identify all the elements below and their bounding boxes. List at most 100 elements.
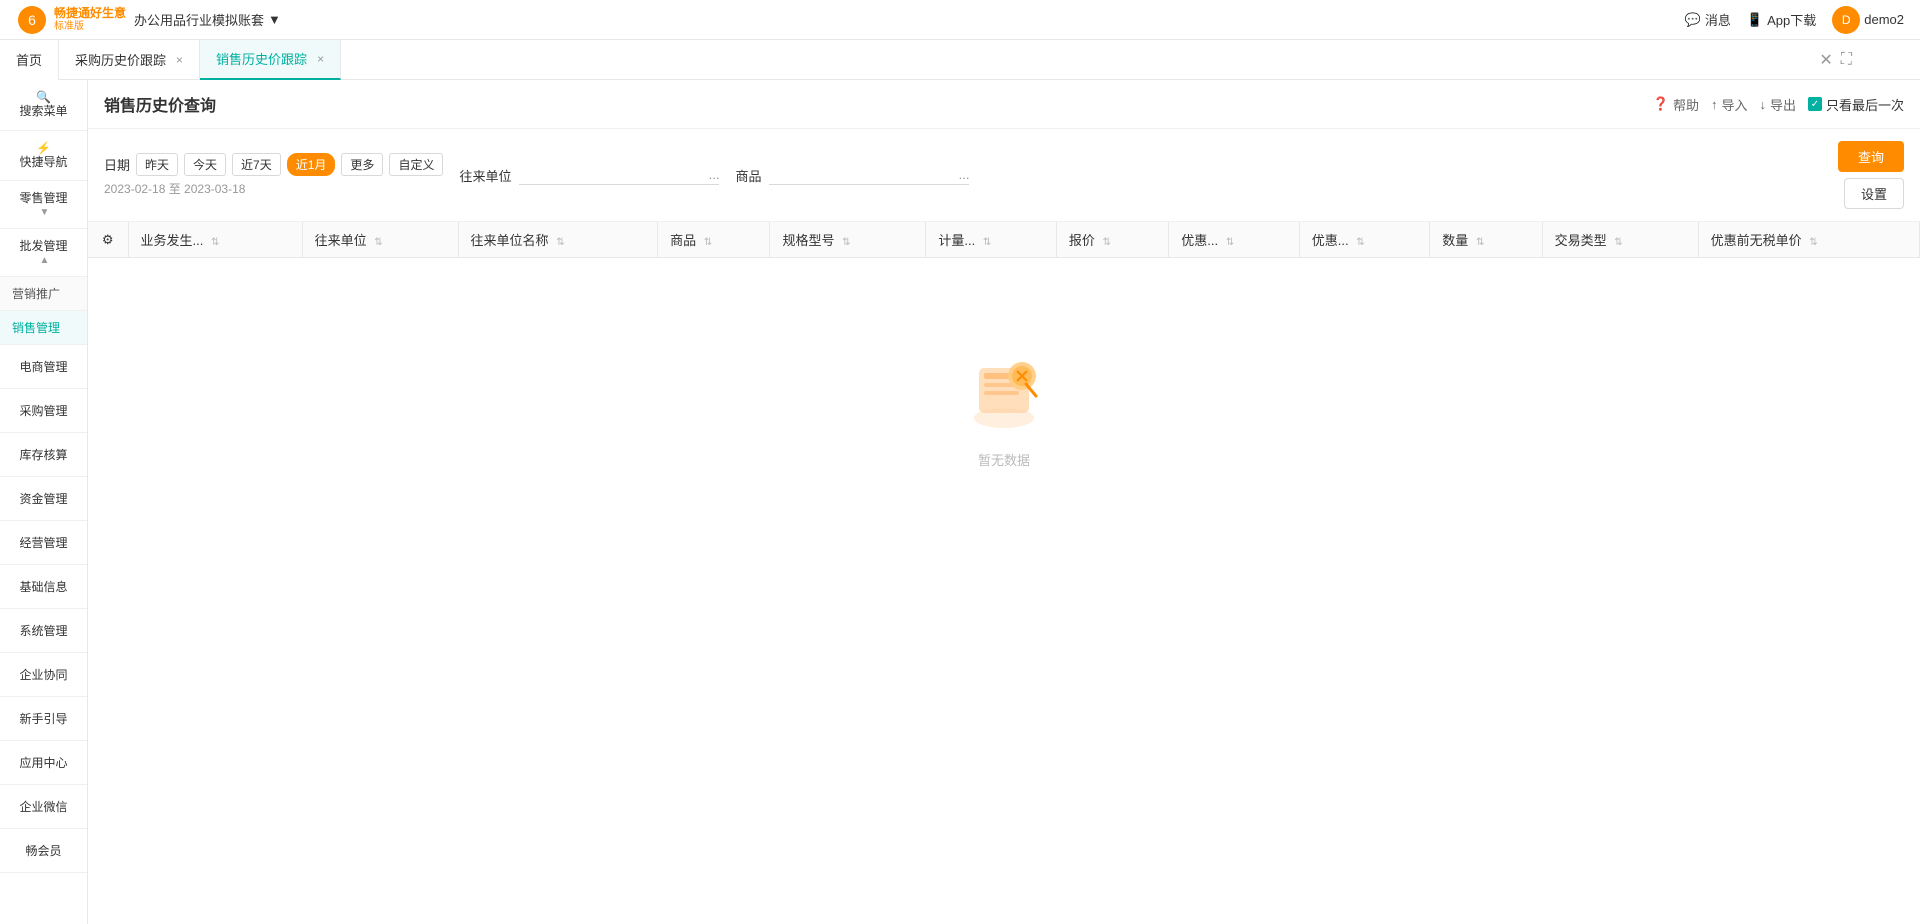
sidebar-item-new-user[interactable]: 新手引导: [0, 697, 87, 741]
col-partner-code[interactable]: 往来单位 ⇅: [302, 222, 458, 258]
sort-icon-unit: ⇅: [983, 237, 991, 248]
table-container: ⚙ 业务发生... ⇅ 往来单位 ⇅ 往来单位名称: [88, 222, 1920, 924]
tab-bar-right: ✕ ⛶: [1819, 50, 1860, 70]
quick-nav-icon: ⚡: [36, 141, 51, 155]
col-settings[interactable]: ⚙: [88, 222, 128, 258]
sidebar-item-basic-info[interactable]: 基础信息: [0, 565, 87, 609]
col-unit[interactable]: 计量... ⇅: [926, 222, 1057, 258]
sidebar-item-ecommerce[interactable]: 电商管理: [0, 345, 87, 389]
app-download-btn[interactable]: 📱 App下载: [1747, 10, 1816, 29]
sidebar-item-app-center[interactable]: 应用中心: [0, 741, 87, 785]
date-range-display: 2023-02-18 至 2023-03-18: [104, 180, 443, 197]
sidebar-item-sales-mgmt[interactable]: 销售管理: [0, 311, 87, 345]
only-last-checkbox-label[interactable]: ✓ 只看最后一次: [1808, 95, 1904, 114]
query-button[interactable]: 查询: [1838, 141, 1904, 172]
tab-home[interactable]: 首页: [0, 40, 59, 80]
sidebar-item-enterprise[interactable]: 企业协同: [0, 653, 87, 697]
download-label: App下载: [1767, 10, 1816, 29]
sidebar-item-system[interactable]: 系统管理: [0, 609, 87, 653]
app-name: 畅捷通好生意: [54, 6, 126, 20]
header-left: 6 畅捷通好生意 标准版 办公用品行业模拟账套 ▼: [16, 4, 281, 36]
close-tab-icon[interactable]: ✕: [1819, 50, 1832, 70]
export-btn[interactable]: ↓ 导出: [1759, 95, 1796, 114]
app-subtitle: 标准版: [54, 21, 126, 33]
download-icon: 📱: [1747, 12, 1763, 28]
sidebar-membership-label: 畅会员: [25, 842, 61, 859]
wholesale-chevron-icon: ▲: [40, 255, 50, 266]
sidebar-item-quick-nav[interactable]: ⚡ 快捷导航: [0, 131, 87, 182]
partner-filter-label: 往来单位: [459, 166, 511, 185]
page-actions: ❓ 帮助 ↑ 导入 ↓ 导出 ✓ 只看最后一次: [1653, 95, 1904, 114]
tab-home-label: 首页: [16, 50, 42, 69]
col-product[interactable]: 商品 ⇅: [658, 222, 770, 258]
sidebar: 🔍 搜索菜单 ⚡ 快捷导航 零售管理 ▼ 批发管理 ▲ 营销推广 销售管理 电商…: [0, 80, 88, 924]
sidebar-item-operations[interactable]: 经营管理: [0, 521, 87, 565]
col-pre-tax-price-label: 优惠前无税单价: [1711, 233, 1802, 248]
col-pre-tax-price[interactable]: 优惠前无税单价 ⇅: [1698, 222, 1919, 258]
sidebar-item-inventory[interactable]: 库存核算: [0, 433, 87, 477]
date-7days-btn[interactable]: 近7天: [232, 153, 281, 176]
app-selector-label: 办公用品行业模拟账套: [134, 10, 264, 29]
tab-sales-close-icon[interactable]: ×: [317, 52, 324, 66]
sort-icon-partner-name: ⇅: [556, 237, 564, 248]
sidebar-item-retail[interactable]: 零售管理 ▼: [0, 181, 87, 229]
sidebar-item-wechat[interactable]: 企业微信: [0, 785, 87, 829]
help-btn[interactable]: ❓ 帮助: [1653, 95, 1699, 114]
import-btn[interactable]: ↑ 导入: [1711, 95, 1748, 114]
col-discount1[interactable]: 优惠... ⇅: [1169, 222, 1300, 258]
tab-purchase-history[interactable]: 采购历史价跟踪 ×: [59, 40, 200, 80]
date-1month-btn[interactable]: 近1月: [287, 153, 336, 176]
message-label: 消息: [1705, 10, 1731, 29]
page-title: 销售历史价查询: [104, 92, 216, 116]
sort-icon-discount2: ⇅: [1356, 237, 1364, 248]
col-spec[interactable]: 规格型号 ⇅: [770, 222, 926, 258]
partner-filter-group: 往来单位 ...: [459, 165, 719, 185]
partner-input[interactable]: [519, 165, 708, 184]
top-header: 6 畅捷通好生意 标准版 办公用品行业模拟账套 ▼ 💬 消息 📱 App下载 D…: [0, 0, 1920, 40]
product-search-field[interactable]: ...: [769, 165, 969, 185]
date-today-btn[interactable]: 今天: [184, 153, 226, 176]
product-input[interactable]: [769, 165, 958, 184]
tab-sales-history[interactable]: 销售历史价跟踪 ×: [200, 40, 341, 80]
partner-search-field[interactable]: ...: [519, 165, 719, 185]
retail-chevron-icon: ▼: [40, 207, 50, 218]
sidebar-item-finance[interactable]: 资金管理: [0, 477, 87, 521]
app-selector[interactable]: 办公用品行业模拟账套 ▼: [134, 10, 281, 29]
col-discount2[interactable]: 优惠... ⇅: [1299, 222, 1430, 258]
filter-area: 日期 昨天 今天 近7天 近1月 更多 自定义 2023-02-18 至 202…: [88, 129, 1920, 222]
date-custom-btn[interactable]: 自定义: [389, 153, 443, 176]
date-buttons: 日期 昨天 今天 近7天 近1月 更多 自定义: [104, 153, 443, 176]
sidebar-retail-label: 零售管理: [19, 191, 67, 207]
app-logo-icon: 6: [16, 4, 48, 36]
sort-icon-pre-tax-price: ⇅: [1809, 237, 1817, 248]
maximize-icon[interactable]: ⛶: [1841, 51, 1852, 69]
export-icon: ↓: [1759, 97, 1766, 112]
col-quantity[interactable]: 数量 ⇅: [1430, 222, 1542, 258]
col-trade-type[interactable]: 交易类型 ⇅: [1542, 222, 1698, 258]
col-biz-date[interactable]: 业务发生... ⇅: [128, 222, 302, 258]
user-avatar-btn[interactable]: D demo2: [1832, 6, 1904, 34]
col-quote-price[interactable]: 报价 ⇅: [1056, 222, 1168, 258]
sidebar-item-membership[interactable]: 畅会员: [0, 829, 87, 873]
partner-dots-icon[interactable]: ...: [709, 167, 720, 182]
sort-icon-trade-type: ⇅: [1614, 237, 1622, 248]
date-yesterday-btn[interactable]: 昨天: [136, 153, 178, 176]
product-dots-icon[interactable]: ...: [959, 167, 970, 182]
date-more-btn[interactable]: 更多: [341, 153, 383, 176]
sidebar-item-marketing[interactable]: 营销推广: [0, 277, 87, 311]
message-btn[interactable]: 💬 消息: [1685, 10, 1731, 29]
main-layout: 🔍 搜索菜单 ⚡ 快捷导航 零售管理 ▼ 批发管理 ▲ 营销推广 销售管理 电商…: [0, 80, 1920, 924]
sidebar-item-purchase[interactable]: 采购管理: [0, 389, 87, 433]
col-discount1-label: 优惠...: [1181, 233, 1218, 248]
sidebar-item-search[interactable]: 🔍 搜索菜单: [0, 80, 87, 131]
sidebar-basic-info-label: 基础信息: [19, 578, 67, 595]
page-header: 销售历史价查询 ❓ 帮助 ↑ 导入 ↓ 导出 ✓: [88, 80, 1920, 129]
sidebar-search-label: 搜索菜单: [19, 104, 67, 120]
sidebar-item-wholesale[interactable]: 批发管理 ▲: [0, 229, 87, 277]
col-partner-name[interactable]: 往来单位名称 ⇅: [458, 222, 658, 258]
export-label: 导出: [1770, 95, 1796, 114]
tab-purchase-close-icon[interactable]: ×: [176, 53, 183, 67]
settings-button[interactable]: 设置: [1844, 178, 1904, 209]
content-area: 销售历史价查询 ❓ 帮助 ↑ 导入 ↓ 导出 ✓: [88, 80, 1920, 924]
user-name: demo2: [1864, 12, 1904, 27]
